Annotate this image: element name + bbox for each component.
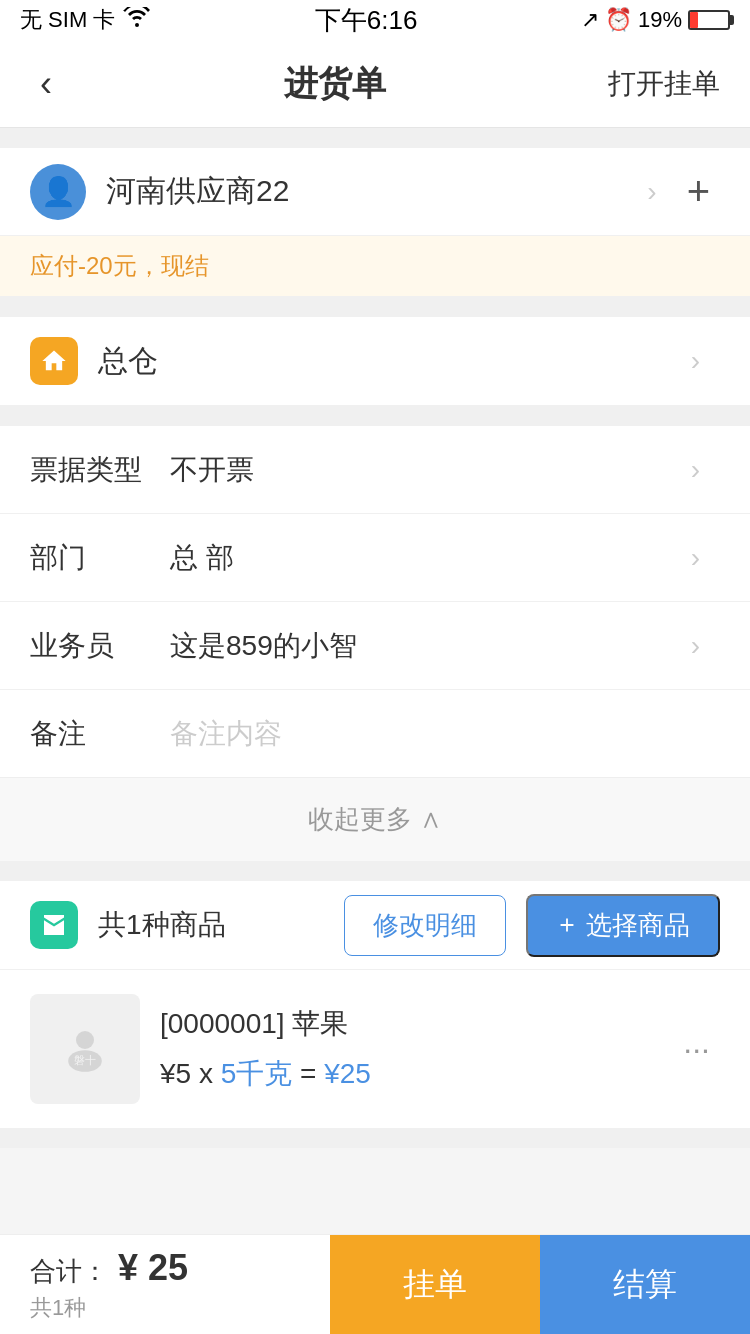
supplier-chevron-icon: › xyxy=(647,176,656,208)
nav-bar: ‹ 进货单 打开挂单 xyxy=(0,40,750,128)
supplier-name: 河南供应商22 xyxy=(106,171,647,212)
alarm-icon: ⏰ xyxy=(605,7,632,33)
supplier-avatar: 👤 xyxy=(30,164,86,220)
battery-icon xyxy=(688,10,730,30)
product-unit-price: ¥5 xyxy=(160,1058,191,1089)
department-label: 部门 xyxy=(30,539,170,577)
warehouse-card: 总仓 › xyxy=(0,317,750,405)
salesman-row[interactable]: 业务员 这是859的小智 › xyxy=(0,601,750,689)
status-time: 下午6:16 xyxy=(315,3,418,38)
products-card: 共1种商品 修改明细 选择商品 磐十 [0000001] xyxy=(0,881,750,1128)
footer-total-amount: ¥ 25 xyxy=(118,1247,188,1289)
open-hang-button[interactable]: 打开挂单 xyxy=(608,65,720,103)
product-name: [0000001] 苹果 xyxy=(160,1005,653,1043)
footer-total-sub: 共1种 xyxy=(30,1293,300,1323)
ticket-type-value: 不开票 xyxy=(170,451,691,489)
department-value: 总 部 xyxy=(170,539,691,577)
ticket-type-label: 票据类型 xyxy=(30,451,170,489)
select-product-button[interactable]: 选择商品 xyxy=(526,894,720,957)
supplier-card: 👤 河南供应商22 › + 应付-20元，现结 xyxy=(0,148,750,297)
supplier-row[interactable]: 👤 河南供应商22 › + xyxy=(0,148,750,236)
products-header: 共1种商品 修改明细 选择商品 xyxy=(0,881,750,969)
ticket-type-row[interactable]: 票据类型 不开票 › xyxy=(0,425,750,513)
status-right: ↗ ⏰ 19% xyxy=(581,7,730,33)
product-id: [0000001] xyxy=(160,1008,285,1039)
status-bar: 无 SIM 卡 下午6:16 ↗ ⏰ 19% xyxy=(0,0,750,40)
product-title-name: 苹果 xyxy=(292,1008,348,1039)
warehouse-row[interactable]: 总仓 › xyxy=(0,317,750,405)
footer: 合计： ¥ 25 共1种 挂单 结算 xyxy=(0,1234,750,1334)
svg-point-0 xyxy=(76,1031,94,1049)
wifi-icon xyxy=(123,7,151,33)
remark-label: 备注 xyxy=(30,715,170,753)
products-icon xyxy=(30,901,78,949)
battery-percent: 19% xyxy=(638,7,682,33)
collapse-toggle-button[interactable]: 收起更多 ∧ xyxy=(0,777,750,861)
footer-total-label: 合计： xyxy=(30,1254,108,1289)
products-count-label: 共1种商品 xyxy=(98,906,324,944)
product-info: [0000001] 苹果 ¥5 x 5千克 = ¥25 xyxy=(160,1005,653,1093)
remark-row[interactable]: 备注 备注内容 xyxy=(0,689,750,777)
section-gap-5 xyxy=(0,1128,750,1148)
location-icon: ↗ xyxy=(581,7,599,33)
product-price: ¥5 x 5千克 = ¥25 xyxy=(160,1055,653,1093)
footer-total: 合计： ¥ 25 共1种 xyxy=(0,1247,330,1323)
back-button[interactable]: ‹ xyxy=(30,53,62,115)
product-item: 磐十 [0000001] 苹果 ¥5 x 5千克 = ¥25 ··· xyxy=(0,969,750,1128)
add-supplier-button[interactable]: + xyxy=(677,169,720,214)
avatar-person-icon: 👤 xyxy=(41,175,76,208)
warehouse-chevron-icon: › xyxy=(691,345,700,377)
edit-detail-button[interactable]: 修改明细 xyxy=(344,895,506,956)
department-chevron-icon: › xyxy=(691,542,700,574)
warehouse-name: 总仓 xyxy=(98,341,691,382)
section-gap-2 xyxy=(0,297,750,317)
supplier-info-tag: 应付-20元，现结 xyxy=(0,236,750,297)
select-product-label: 选择商品 xyxy=(586,908,690,943)
remark-placeholder: 备注内容 xyxy=(170,715,720,753)
salesman-chevron-icon: › xyxy=(691,630,700,662)
salesman-value: 这是859的小智 xyxy=(170,627,691,665)
checkout-button[interactable]: 结算 xyxy=(540,1235,750,1335)
form-card: 票据类型 不开票 › 部门 总 部 › 业务员 这是859的小智 › 备注 备注… xyxy=(0,425,750,861)
page-title: 进货单 xyxy=(284,61,386,107)
network-label: 无 SIM 卡 xyxy=(20,5,115,35)
svg-text:磐十: 磐十 xyxy=(74,1054,96,1066)
product-more-button[interactable]: ··· xyxy=(673,1021,720,1078)
product-thumbnail: 磐十 xyxy=(30,994,140,1104)
salesman-label: 业务员 xyxy=(30,627,170,665)
product-quantity: 5千克 xyxy=(221,1058,293,1089)
hang-order-button[interactable]: 挂单 xyxy=(330,1235,540,1335)
section-gap-4 xyxy=(0,861,750,881)
status-left: 无 SIM 卡 xyxy=(20,5,151,35)
section-gap-3 xyxy=(0,405,750,425)
warehouse-icon xyxy=(30,337,78,385)
product-total: ¥25 xyxy=(324,1058,371,1089)
department-row[interactable]: 部门 总 部 › xyxy=(0,513,750,601)
ticket-type-chevron-icon: › xyxy=(691,454,700,486)
section-gap-1 xyxy=(0,128,750,148)
